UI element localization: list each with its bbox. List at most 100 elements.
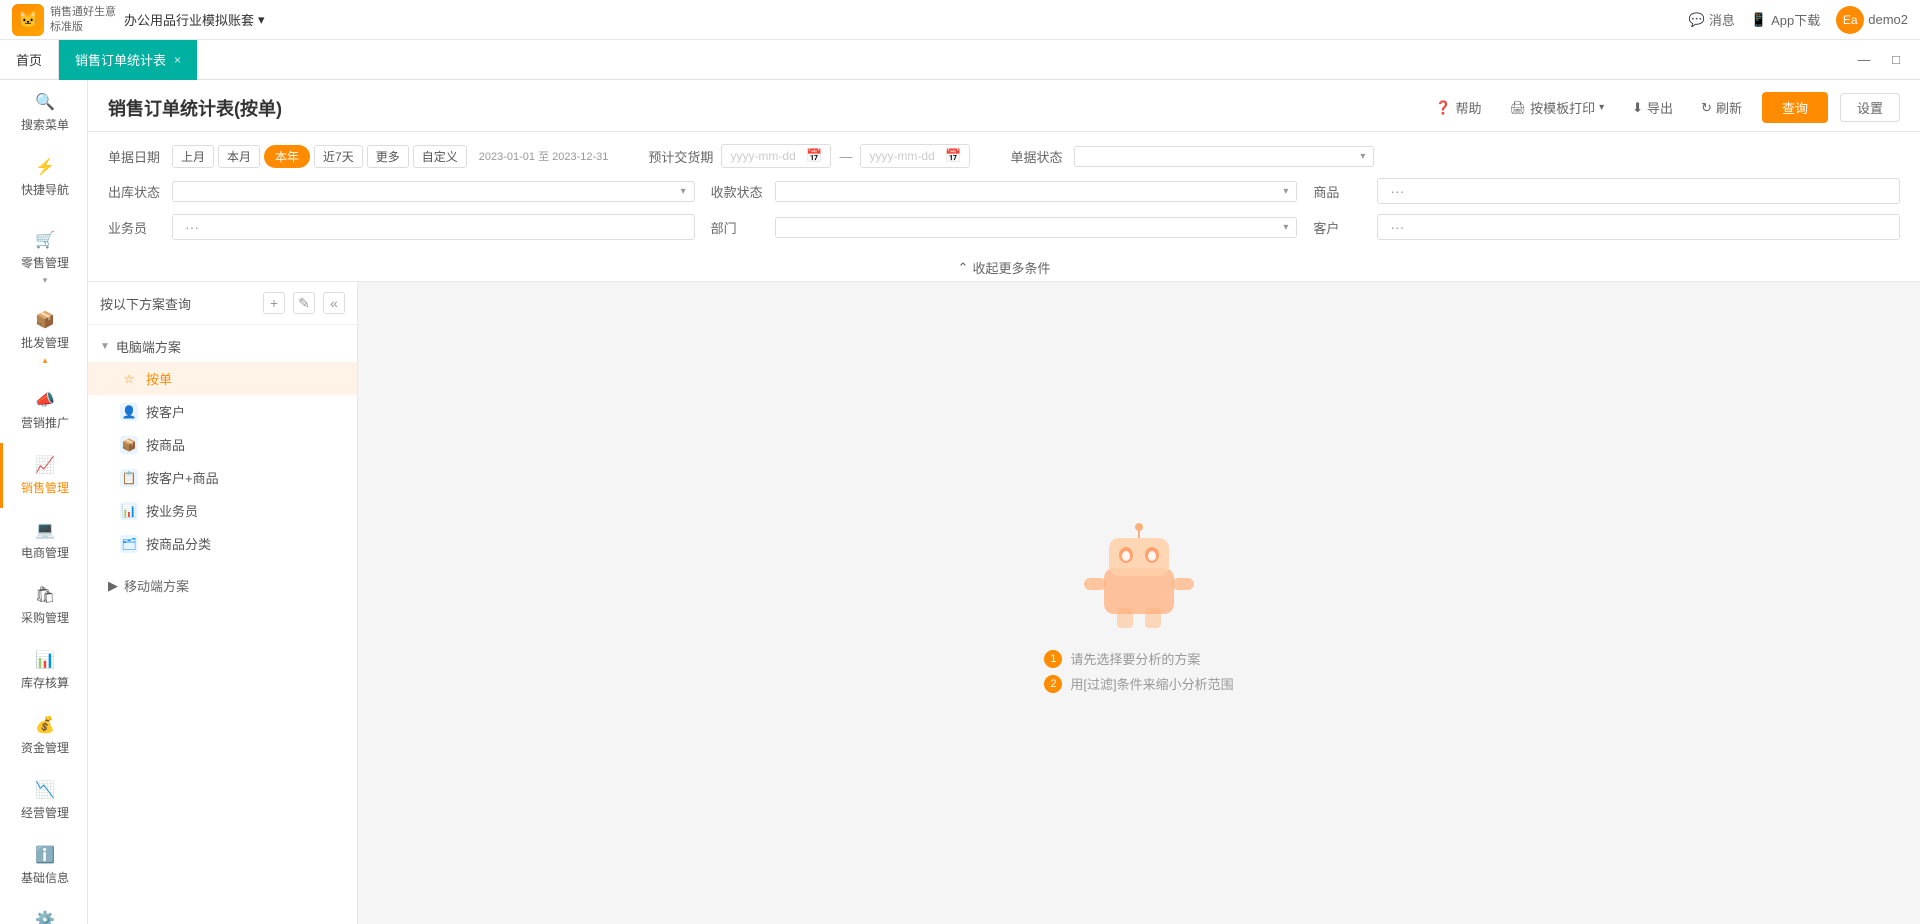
doc-status-select[interactable]: ▾ — [1074, 146, 1374, 167]
sidebar-item-finance[interactable]: 💰 资金管理 — [0, 703, 87, 768]
empty-state-svg — [1079, 523, 1199, 633]
goods-label: 商品 — [1313, 182, 1369, 201]
salesperson-ellipsis-icon[interactable]: ··· — [181, 219, 203, 235]
date-btn-this-month[interactable]: 本月 — [218, 145, 260, 168]
scheme-icon-goods-category: 🗂 — [120, 535, 138, 553]
scheme-item-by-order[interactable]: ☆ 按单 — [88, 362, 357, 395]
breadcrumb-arrow-icon[interactable]: ▾ — [258, 12, 265, 28]
sidebar-item-retail[interactable]: 🛒 零售管理 ▾ — [0, 218, 87, 298]
ship-status-section: 出库状态 ▾ — [108, 181, 695, 202]
filter-row-2: 出库状态 ▾ 收款状态 ▾ 商品 — [108, 178, 1900, 204]
sidebar-item-ecommerce[interactable]: 💻 电商管理 — [0, 508, 87, 573]
date-btn-last7[interactable]: 近7天 — [314, 145, 363, 168]
topbar: 🐱 销售通好生意 标准版 办公用品行业模拟账套 ▾ 💬 消息 📱 App下载 E… — [0, 0, 1920, 40]
ship-status-select[interactable]: ▾ — [172, 181, 695, 202]
salesperson-section: 业务员 ··· — [108, 214, 695, 240]
tab-sales-report[interactable]: 销售订单统计表 × — [59, 40, 197, 80]
left-panel: 按以下方案查询 + ✎ « ▼ 电脑端方案 ☆ — [88, 282, 358, 924]
sidebar-item-quick-nav[interactable]: ⚡ 快捷导航 — [0, 145, 87, 210]
tab-actions: — □ — [1852, 48, 1920, 72]
purchase-icon: 🛍 — [35, 585, 55, 605]
retail-expand-icon: ▾ — [43, 275, 48, 286]
doc-status-label: 单据状态 — [1010, 147, 1066, 166]
predicted-date-section: 预计交货期 yyyy-mm-dd 📅 — yyyy-mm-dd 📅 — [648, 144, 970, 168]
date-separator: — — [839, 149, 852, 164]
app-download-btn[interactable]: 📱 App下载 — [1751, 10, 1820, 29]
message-btn[interactable]: 💬 消息 — [1689, 10, 1735, 29]
date-btn-more[interactable]: 更多 — [367, 145, 409, 168]
left-panel-title: 按以下方案查询 — [100, 294, 191, 313]
finance-icon: 💰 — [35, 715, 55, 735]
sidebar-item-basic-info[interactable]: ℹ️ 基础信息 — [0, 833, 87, 898]
operations-icon: 📉 — [35, 780, 55, 800]
scheme-item-by-customer[interactable]: 👤 按客户 — [88, 395, 357, 428]
sidebar: 🔍 搜索菜单 ⚡ 快捷导航 🛒 零售管理 ▾ 📦 批发管理 ▴ 📣 营销推广 📈… — [0, 80, 88, 924]
scheme-icon-order: ☆ — [120, 370, 138, 388]
date-btn-last-month[interactable]: 上月 — [172, 145, 214, 168]
print-btn[interactable]: 🖨 按模板打印 ▾ — [1502, 94, 1613, 121]
export-btn[interactable]: ⬇ 导出 — [1624, 94, 1681, 121]
refresh-btn[interactable]: ↻ 刷新 — [1693, 94, 1750, 121]
maximize-icon: □ — [1892, 52, 1900, 67]
page-title: 销售订单统计表(按单) — [108, 95, 282, 121]
tab-minimize-btn[interactable]: — — [1852, 48, 1876, 72]
help-btn[interactable]: ❓ 帮助 — [1427, 94, 1489, 121]
sidebar-item-purchase[interactable]: 🛍 采购管理 — [0, 573, 87, 638]
dept-select[interactable]: ▾ — [775, 217, 1298, 238]
collapse-panel-btn[interactable]: « — [323, 292, 345, 314]
user-menu[interactable]: Ea demo2 — [1836, 6, 1908, 34]
mobile-group-header[interactable]: ▶ 移动端方案 — [88, 570, 357, 601]
date-btn-custom[interactable]: 自定义 — [413, 145, 467, 168]
inventory-icon: 📊 — [35, 650, 55, 670]
tab-close-icon[interactable]: × — [174, 53, 181, 67]
goods-ellipsis-icon[interactable]: ··· — [1386, 183, 1408, 199]
sidebar-item-operations[interactable]: 📉 经营管理 — [0, 768, 87, 833]
predicted-date-start-input[interactable]: yyyy-mm-dd 📅 — [721, 144, 831, 168]
tabbar: 首页 销售订单统计表 × — □ — [0, 40, 1920, 80]
scheme-item-by-goods-category[interactable]: 🗂 按商品分类 — [88, 527, 357, 560]
sidebar-item-inventory[interactable]: 📊 库存核算 — [0, 638, 87, 703]
salesperson-input[interactable]: ··· — [172, 214, 695, 240]
doc-status-section: 单据状态 ▾ — [1010, 146, 1900, 167]
date-btn-this-year[interactable]: 本年 — [264, 145, 310, 168]
empty-illustration — [1079, 513, 1199, 633]
scheme-item-by-goods[interactable]: 📦 按商品 — [88, 428, 357, 461]
query-btn[interactable]: 查询 — [1762, 92, 1828, 123]
edit-scheme-btn[interactable]: ✎ — [293, 292, 315, 314]
predicted-date-end-input[interactable]: yyyy-mm-dd 📅 — [860, 144, 970, 168]
refresh-icon: ↻ — [1701, 100, 1712, 116]
scheme-icon-salesperson: 📊 — [120, 502, 138, 520]
tab-maximize-btn[interactable]: □ — [1884, 48, 1908, 72]
predicted-date-label: 预计交货期 — [648, 147, 713, 166]
customer-section: 客户 ··· — [1313, 214, 1900, 240]
breadcrumb: 办公用品行业模拟账套 ▾ — [124, 10, 265, 29]
dept-section: 部门 ▾ — [711, 217, 1298, 238]
scheme-item-by-customer-goods[interactable]: 📋 按客户+商品 — [88, 461, 357, 494]
sidebar-item-wholesale[interactable]: 📦 批发管理 ▴ — [0, 298, 87, 378]
pc-group-header[interactable]: ▼ 电脑端方案 — [88, 331, 357, 362]
customer-input[interactable]: ··· — [1377, 214, 1900, 240]
settings-btn[interactable]: 设置 — [1840, 93, 1900, 122]
sidebar-item-system[interactable]: ⚙️ 系统管理 — [0, 898, 87, 924]
wholesale-expand-icon: ▴ — [43, 355, 48, 366]
pc-group-toggle-icon: ▼ — [100, 341, 110, 352]
sidebar-item-marketing[interactable]: 📣 营销推广 — [0, 378, 87, 443]
collapse-btn[interactable]: ⌃ 收起更多条件 — [108, 250, 1900, 281]
scheme-icon-goods: 📦 — [120, 436, 138, 454]
logo-icon: 🐱 — [12, 4, 44, 36]
date-range-text: 2023-01-01 至 2023-12-31 — [479, 148, 609, 164]
pc-scheme-group: ▼ 电脑端方案 ☆ 按单 👤 按客户 📦 按商品 — [88, 325, 357, 566]
scheme-item-by-salesperson[interactable]: 📊 按业务员 — [88, 494, 357, 527]
sidebar-item-sales[interactable]: 📈 销售管理 — [0, 443, 87, 508]
calendar-end-icon: 📅 — [945, 148, 961, 164]
tab-home[interactable]: 首页 — [0, 40, 59, 80]
sidebar-item-search[interactable]: 🔍 搜索菜单 — [0, 80, 87, 145]
scheme-icon-customer: 👤 — [120, 403, 138, 421]
add-scheme-btn[interactable]: + — [263, 292, 285, 314]
customer-ellipsis-icon[interactable]: ··· — [1386, 219, 1408, 235]
edit-icon: ✎ — [298, 295, 310, 312]
page-actions: ❓ 帮助 🖨 按模板打印 ▾ ⬇ 导出 ↻ 刷新 查询 设置 — [1427, 92, 1900, 123]
payment-status-select[interactable]: ▾ — [775, 181, 1298, 202]
goods-input[interactable]: ··· — [1377, 178, 1900, 204]
logo-area: 🐱 销售通好生意 标准版 — [12, 4, 116, 36]
